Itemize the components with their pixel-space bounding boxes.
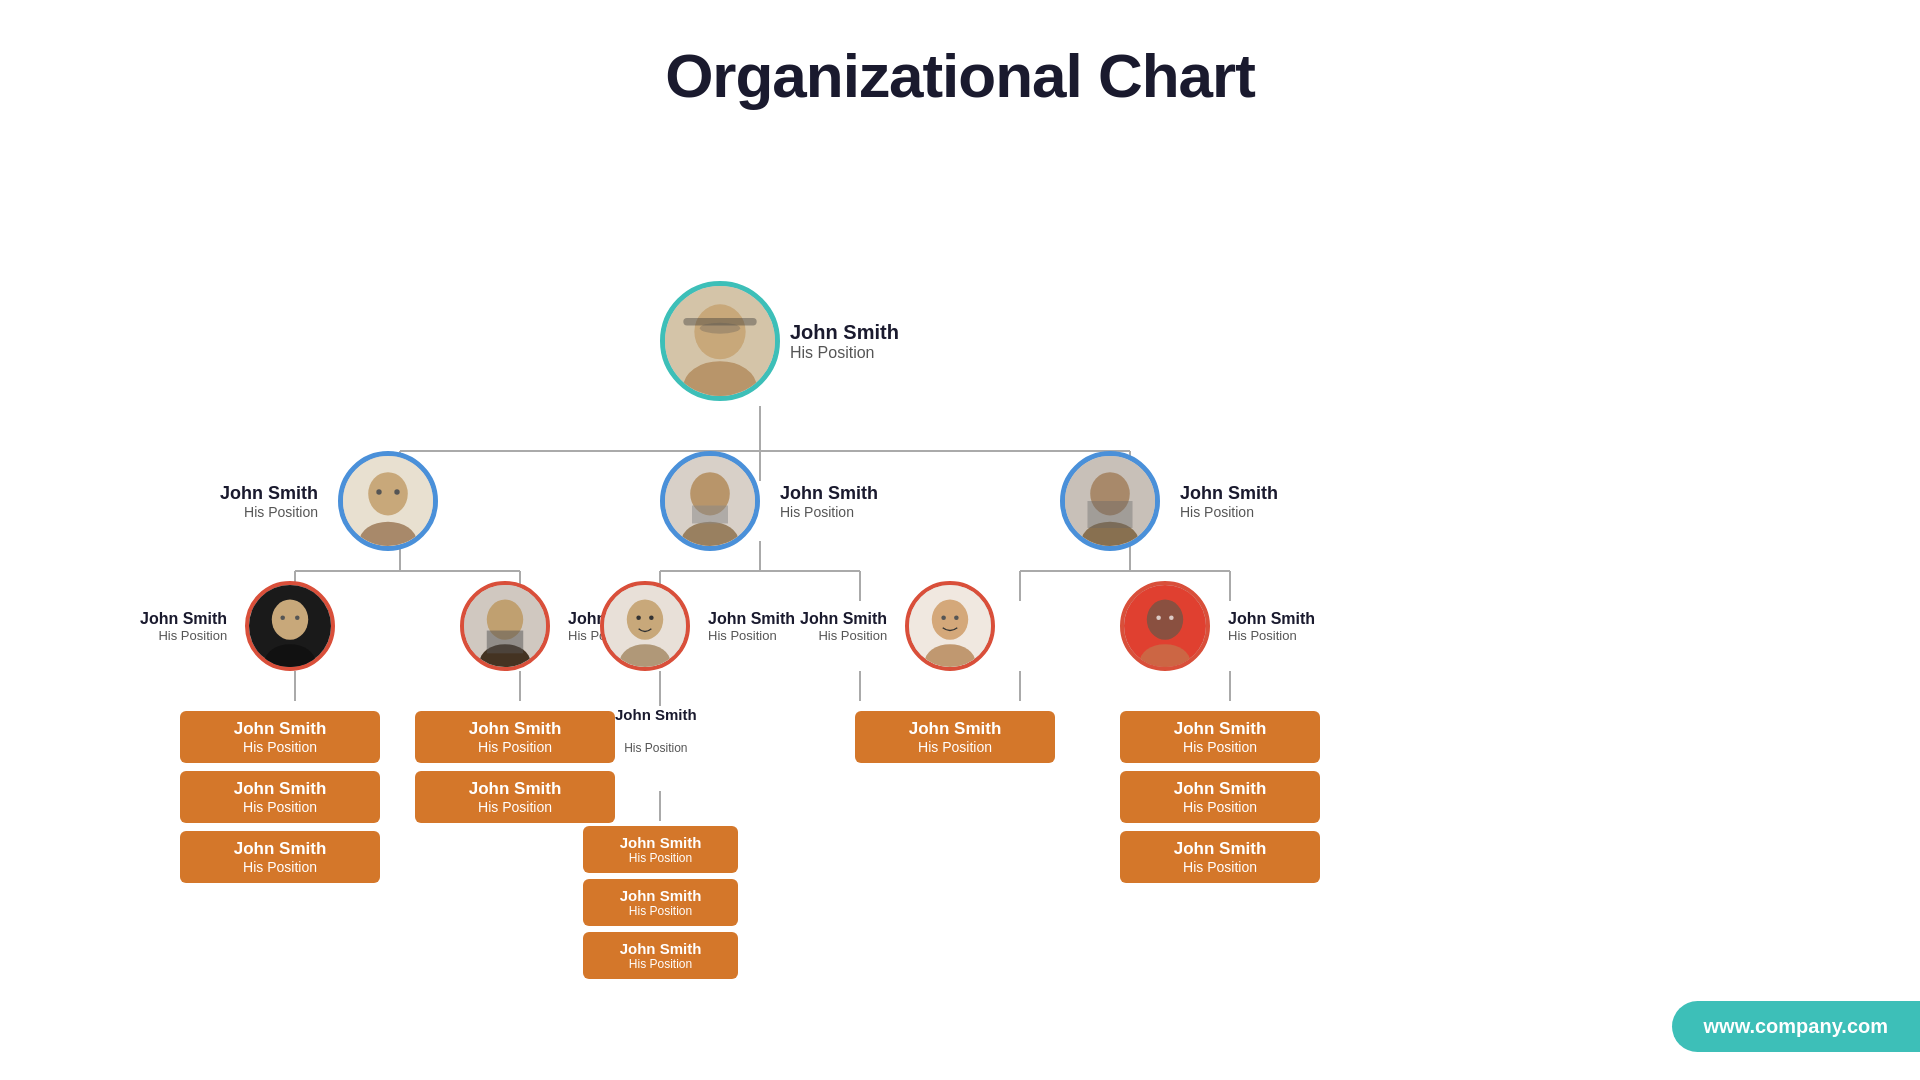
svg-rect-50 xyxy=(487,631,523,654)
box-cl1[interactable]: John Smith His Position xyxy=(583,826,738,873)
l2-cc-node: John Smith His Position xyxy=(615,706,697,759)
svg-point-33 xyxy=(394,489,399,494)
box-rr3[interactable]: John Smith His Position xyxy=(1120,831,1320,883)
l2-rl-avatar xyxy=(905,581,995,671)
l1-center-node: John Smith His Position xyxy=(660,451,878,551)
svg-point-30 xyxy=(368,472,408,515)
svg-point-57 xyxy=(932,600,968,640)
l2-rr-avatar xyxy=(1120,581,1210,671)
l1-right-node: John Smith His Position xyxy=(1060,451,1278,551)
svg-point-54 xyxy=(636,616,641,621)
svg-point-52 xyxy=(627,600,663,640)
box-rl1[interactable]: John Smith His Position xyxy=(855,711,1055,763)
page-title: Organizational Chart xyxy=(0,0,1920,111)
l2-rl-label: John Smith His Position xyxy=(800,610,887,643)
root-label: John Smith His Position xyxy=(790,321,899,362)
box-ll1[interactable]: John Smith His Position xyxy=(180,711,380,763)
svg-rect-37 xyxy=(692,506,728,524)
svg-point-60 xyxy=(954,616,959,621)
svg-point-45 xyxy=(281,616,286,621)
l2-rr-node: John Smith His Position xyxy=(1120,581,1315,671)
website-badge: www.company.com xyxy=(1672,1001,1920,1052)
svg-point-55 xyxy=(649,616,654,621)
svg-rect-41 xyxy=(1088,501,1133,528)
svg-point-65 xyxy=(1169,616,1174,621)
box-ll2[interactable]: John Smith His Position xyxy=(180,771,380,823)
svg-point-46 xyxy=(295,616,300,621)
box-ll3[interactable]: John Smith His Position xyxy=(180,831,380,883)
svg-point-28 xyxy=(700,323,740,334)
l2-rl-node: John Smith His Position xyxy=(800,581,995,671)
box-lr1[interactable]: John Smith His Position xyxy=(415,711,615,763)
root-avatar xyxy=(660,281,780,401)
l2-rr-label: John Smith His Position xyxy=(1228,610,1315,643)
box-cl2[interactable]: John Smith His Position xyxy=(583,879,738,926)
l1-center-avatar xyxy=(660,451,760,551)
l1-left-node: John Smith His Position xyxy=(220,451,438,551)
svg-point-59 xyxy=(941,616,946,621)
box-rr2[interactable]: John Smith His Position xyxy=(1120,771,1320,823)
svg-point-62 xyxy=(1147,600,1183,640)
l1-left-avatar xyxy=(338,451,438,551)
l2-cl-node: John Smith His Position xyxy=(600,581,795,671)
box-rr1[interactable]: John Smith His Position xyxy=(1120,711,1320,763)
svg-point-43 xyxy=(272,600,308,640)
l2-ll-label: John Smith His Position xyxy=(140,610,227,643)
svg-point-64 xyxy=(1156,616,1161,621)
l2-lr-avatar xyxy=(460,581,550,671)
l2-cl-label: John Smith His Position xyxy=(708,610,795,643)
l1-center-label: John Smith His Position xyxy=(780,483,878,520)
l2-ll-node: John Smith His Position xyxy=(140,581,335,671)
l1-right-label: John Smith His Position xyxy=(1180,483,1278,520)
l1-right-avatar xyxy=(1060,451,1160,551)
svg-point-32 xyxy=(376,489,381,494)
l2-ll-avatar xyxy=(245,581,335,671)
l2-cl-avatar xyxy=(600,581,690,671)
root-node: John Smith His Position xyxy=(660,281,899,401)
box-cl3[interactable]: John Smith His Position xyxy=(583,932,738,979)
box-lr2[interactable]: John Smith His Position xyxy=(415,771,615,823)
l1-left-label: John Smith His Position xyxy=(220,483,318,520)
org-chart: John Smith His Position John Smith His P… xyxy=(0,111,1920,1080)
l2-cc-label: John Smith His Position xyxy=(615,706,697,755)
